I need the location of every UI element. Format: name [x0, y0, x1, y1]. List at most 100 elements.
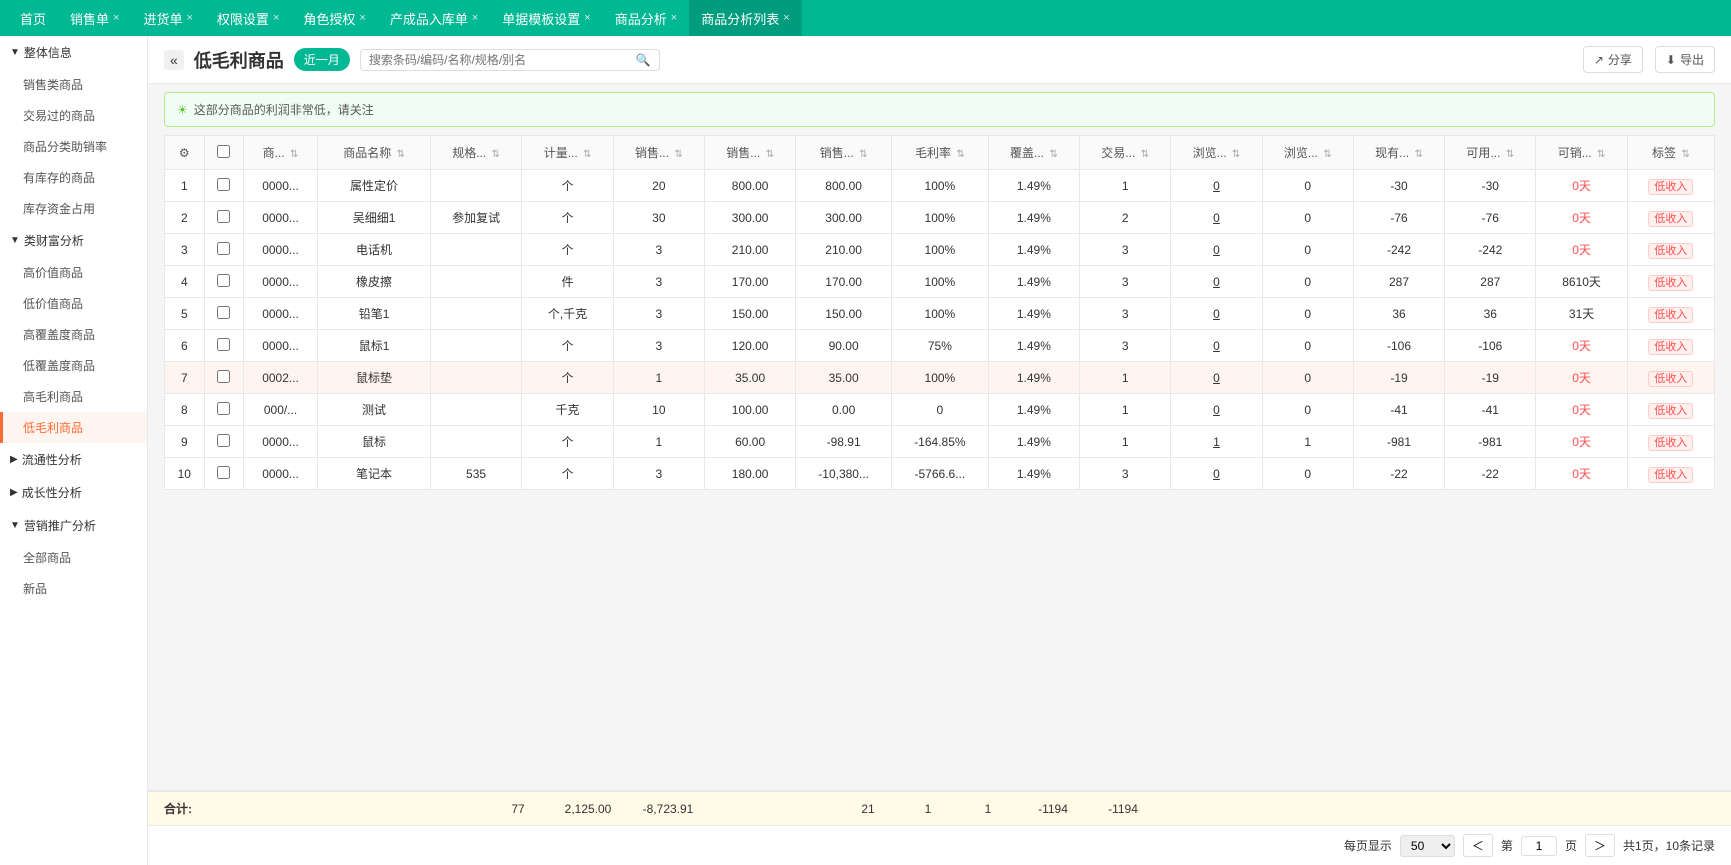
row-view1[interactable]: 0 [1171, 394, 1262, 426]
row-sales-qty: 3 [613, 266, 704, 298]
nav-purchase[interactable]: 进货单 × [131, 0, 204, 36]
nav-product-analysis-list[interactable]: 商品分析列表 × [689, 0, 801, 36]
row-view1[interactable]: 0 [1171, 298, 1262, 330]
col-view1[interactable]: 浏览... ⇅ [1171, 136, 1262, 170]
col-sales-qty[interactable]: 销售... ⇅ [613, 136, 704, 170]
col-gross-rate[interactable]: 毛利率 ⇅ [892, 136, 989, 170]
row-gross-rate: 75% [892, 330, 989, 362]
sidebar-item-capital[interactable]: 库存资金占用 [0, 193, 147, 224]
col-trade[interactable]: 交易... ⇅ [1080, 136, 1171, 170]
sidebar-item-low-coverage[interactable]: 低覆盖度商品 [0, 350, 147, 381]
col-spec[interactable]: 规格... ⇅ [430, 136, 522, 170]
row-checkbox[interactable] [217, 434, 230, 447]
sidebar-group-value[interactable]: ▼ 类财富分析 [0, 224, 147, 257]
next-page-button[interactable]: ＞ [1585, 834, 1615, 857]
nav-product-analysis[interactable]: 商品分析 × [603, 0, 689, 36]
prev-page-button[interactable]: ＜ [1463, 834, 1493, 857]
row-view1[interactable]: 0 [1171, 458, 1262, 490]
col-code[interactable]: 商... ⇅ [243, 136, 318, 170]
row-name: 吴细细1 [318, 202, 430, 234]
sidebar-item-category-rate[interactable]: 商品分类助销率 [0, 131, 147, 162]
row-checkbox[interactable] [217, 402, 230, 415]
pagination-bar: 每页显示 50 100 200 ＜ 第 页 ＞ 共1页，10条记录 [148, 825, 1731, 865]
total-current: -1194 [1018, 802, 1088, 816]
row-name: 电话机 [318, 234, 430, 266]
sidebar-item-high-margin[interactable]: 高毛利商品 [0, 381, 147, 412]
search-icon[interactable]: 🔍 [636, 53, 651, 67]
nav-template[interactable]: 单据模板设置 × [490, 0, 602, 36]
col-current[interactable]: 现有... ⇅ [1353, 136, 1444, 170]
row-checkbox[interactable] [217, 274, 230, 287]
row-view1[interactable]: 0 [1171, 202, 1262, 234]
row-checkbox-cell [204, 394, 243, 426]
collapse-sidebar-button[interactable]: « [164, 50, 184, 70]
close-icon[interactable]: × [186, 12, 192, 24]
row-sales-amount: 90.00 [796, 330, 892, 362]
nav-sales[interactable]: 销售单 × [58, 0, 131, 36]
filter-button[interactable]: 近一月 [294, 48, 350, 71]
sidebar-item-high-value[interactable]: 高价值商品 [0, 257, 147, 288]
row-view1[interactable]: 0 [1171, 266, 1262, 298]
col-settings[interactable]: ⚙ [165, 136, 205, 170]
nav-permissions[interactable]: 权限设置 × [205, 0, 291, 36]
col-saleable[interactable]: 可销... ⇅ [1536, 136, 1627, 170]
row-trade: 1 [1080, 426, 1171, 458]
col-coverage[interactable]: 覆盖... ⇅ [988, 136, 1079, 170]
col-unit[interactable]: 计量... ⇅ [522, 136, 613, 170]
row-name: 铅笔1 [318, 298, 430, 330]
row-checkbox[interactable] [217, 178, 230, 191]
close-icon[interactable]: × [783, 12, 789, 24]
share-button[interactable]: ↗ 分享 [1583, 46, 1643, 73]
col-available[interactable]: 可用... ⇅ [1445, 136, 1536, 170]
col-sales-amount[interactable]: 销售... ⇅ [796, 136, 892, 170]
row-checkbox[interactable] [217, 306, 230, 319]
sidebar-item-all-products[interactable]: 全部商品 [0, 542, 147, 573]
col-sales-price[interactable]: 销售... ⇅ [704, 136, 795, 170]
close-icon[interactable]: × [671, 12, 677, 24]
sidebar-item-low-margin[interactable]: 低毛利商品 [0, 412, 147, 443]
sidebar-item-in-stock[interactable]: 有库存的商品 [0, 162, 147, 193]
row-code: 0000... [243, 298, 318, 330]
sidebar-item-high-coverage[interactable]: 高覆盖度商品 [0, 319, 147, 350]
row-checkbox[interactable] [217, 210, 230, 223]
row-saleable: 0天 [1536, 394, 1627, 426]
close-icon[interactable]: × [472, 12, 478, 24]
search-input[interactable] [369, 53, 636, 67]
row-checkbox[interactable] [217, 242, 230, 255]
row-view1[interactable]: 0 [1171, 170, 1262, 202]
close-icon[interactable]: × [273, 12, 279, 24]
sidebar-item-sales-products[interactable]: 销售类商品 [0, 69, 147, 100]
nav-home[interactable]: 首页 [8, 0, 58, 36]
row-view1[interactable]: 0 [1171, 330, 1262, 362]
row-view1[interactable]: 0 [1171, 362, 1262, 394]
row-no: 4 [165, 266, 205, 298]
page-number-input[interactable] [1521, 836, 1557, 856]
col-tag[interactable]: 标签 ⇅ [1627, 136, 1714, 170]
total-label: 合计: [164, 800, 224, 817]
row-checkbox[interactable] [217, 338, 230, 351]
sidebar-item-low-value[interactable]: 低价值商品 [0, 288, 147, 319]
nav-finished-goods[interactable]: 产成品入库单 × [378, 0, 490, 36]
row-checkbox[interactable] [217, 466, 230, 479]
row-gross-rate: 100% [892, 362, 989, 394]
sidebar-group-circulation[interactable]: ▶ 流通性分析 [0, 443, 147, 476]
export-button[interactable]: ⬇ 导出 [1655, 46, 1715, 73]
row-unit: 个 [522, 330, 613, 362]
sidebar-item-new-products[interactable]: 新品 [0, 573, 147, 604]
close-icon[interactable]: × [584, 12, 590, 24]
sidebar-item-traded-products[interactable]: 交易过的商品 [0, 100, 147, 131]
nav-role[interactable]: 角色授权 × [291, 0, 377, 36]
close-icon[interactable]: × [113, 12, 119, 24]
select-all-checkbox[interactable] [217, 145, 230, 158]
table-container[interactable]: ⚙ 商... ⇅ 商品名称 ⇅ 规格... ⇅ 计量... ⇅ 销售... ⇅ … [148, 135, 1731, 790]
row-checkbox[interactable] [217, 370, 230, 383]
sidebar-group-overall[interactable]: ▼ 整体信息 [0, 36, 147, 69]
page-size-select[interactable]: 50 100 200 [1400, 835, 1455, 857]
col-name[interactable]: 商品名称 ⇅ [318, 136, 430, 170]
sidebar-group-growth[interactable]: ▶ 成长性分析 [0, 476, 147, 509]
row-view1[interactable]: 1 [1171, 426, 1262, 458]
sidebar-group-marketing[interactable]: ▼ 营销推广分析 [0, 509, 147, 542]
col-view2[interactable]: 浏览... ⇅ [1262, 136, 1353, 170]
row-view1[interactable]: 0 [1171, 234, 1262, 266]
close-icon[interactable]: × [359, 12, 365, 24]
